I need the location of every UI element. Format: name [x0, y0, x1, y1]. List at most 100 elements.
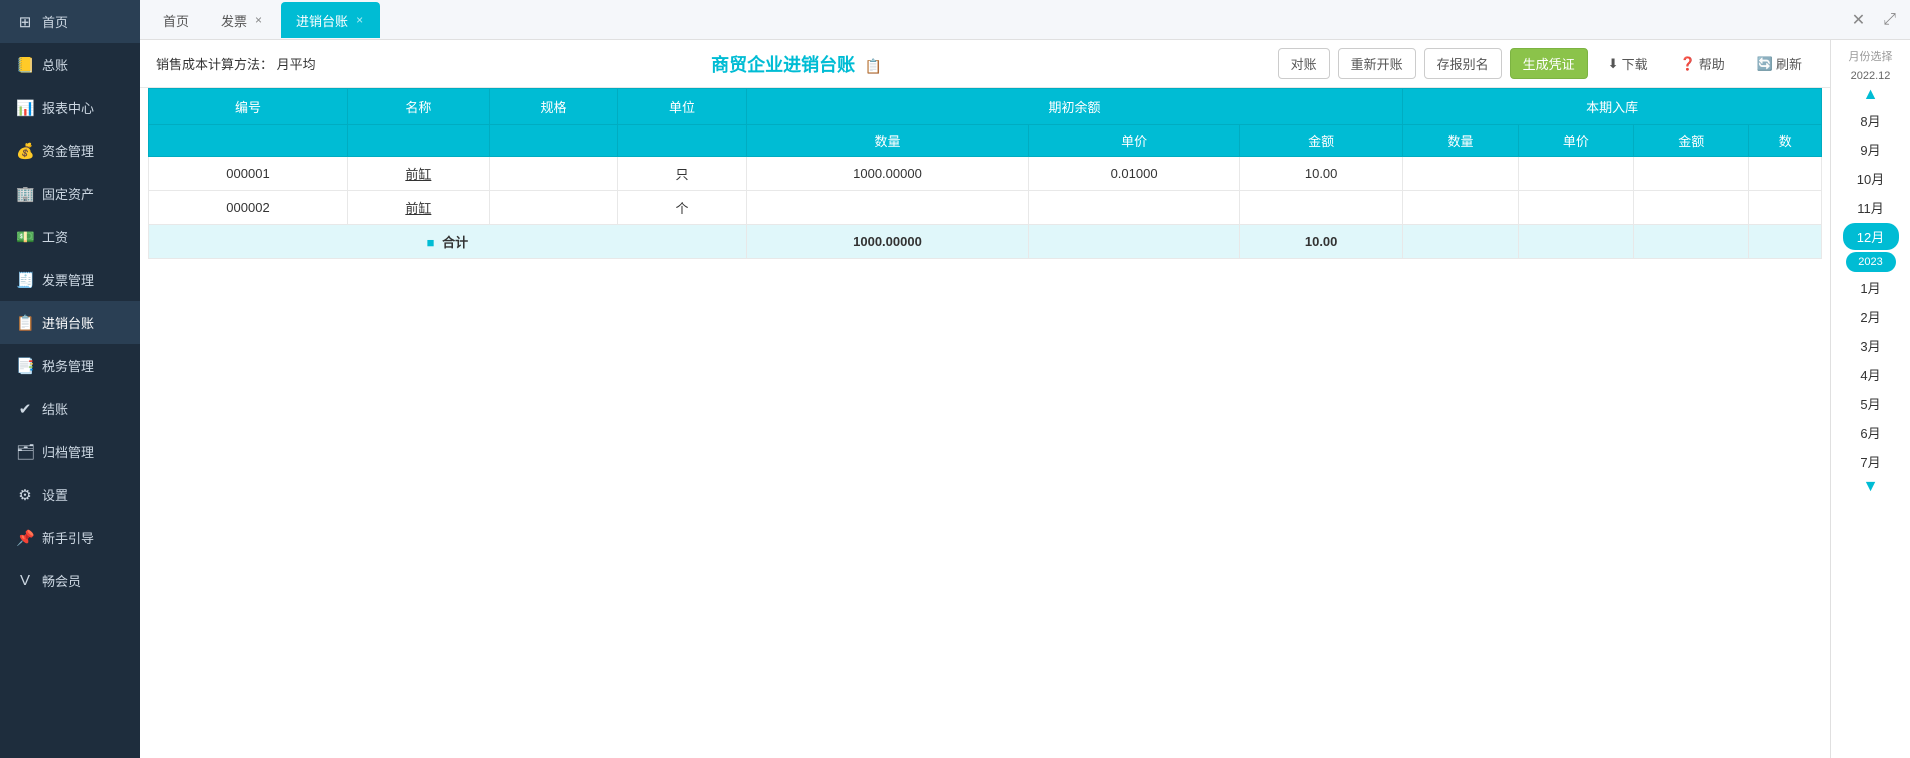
- month-item-12[interactable]: 12月: [1843, 223, 1899, 250]
- sidebar-item-guide[interactable]: 📌 新手引导: [0, 516, 140, 559]
- total-label: ■ 合计: [149, 225, 747, 259]
- table-row: 000002 前缸 个: [149, 191, 1822, 225]
- cost-method-value: 月平均: [277, 57, 316, 72]
- maximize-window-button[interactable]: ⤢: [1877, 9, 1902, 31]
- refresh-button[interactable]: 🔄 刷新: [1745, 49, 1814, 78]
- month-item-2023-4[interactable]: 4月: [1843, 361, 1899, 388]
- cell-extra: [1749, 191, 1822, 225]
- th-ib-qty: 数量: [1403, 125, 1518, 157]
- table-body: 000001 前缸 只 1000.00000 0.01000 10.00 000…: [149, 157, 1822, 259]
- cost-method-label: 销售成本计算方法：: [156, 57, 273, 72]
- download-button[interactable]: ⬇ 下载: [1596, 49, 1660, 78]
- invoice-mgmt-icon: 🧾: [16, 271, 34, 289]
- sidebar-item-finance[interactable]: 💰 资金管理: [0, 129, 140, 172]
- total-ob-qty: 1000.00000: [746, 225, 1028, 259]
- generate-button[interactable]: 生成凭证: [1510, 48, 1588, 79]
- tab-bar: 首页 发票 × 进销台账 × ✕ ⤢: [140, 0, 1910, 40]
- inventory-icon: 📋: [16, 314, 34, 332]
- month-scroll-down-button[interactable]: ▼: [1843, 476, 1899, 498]
- reopen-button[interactable]: 重新开账: [1338, 48, 1416, 79]
- sidebar-item-label: 首页: [42, 12, 68, 31]
- sidebar-item-label: 归档管理: [42, 442, 94, 461]
- th-name: [347, 125, 489, 157]
- th-name-group: 名称: [347, 89, 489, 125]
- main-area: 首页 发票 × 进销台账 × ✕ ⤢ 销售成本计算方法： 月平均 商贸企业进销台…: [140, 0, 1910, 758]
- sidebar-item-invoice-mgmt[interactable]: 🧾 发票管理: [0, 258, 140, 301]
- cell-ob-price: 0.01000: [1029, 157, 1240, 191]
- vip-icon: V: [16, 572, 34, 589]
- archive-icon: 🗂: [16, 443, 34, 461]
- total-ob-amount: 10.00: [1240, 225, 1403, 259]
- home-icon: ⊞: [16, 13, 34, 31]
- th-ob-qty: 数量: [746, 125, 1028, 157]
- table-group-header-row: 编号 名称 规格 单位 期初余额 本期入库: [149, 89, 1822, 125]
- header-actions: 对账 重新开账 存报别名 生成凭证 ⬇ 下载 ❓ 帮助 🔄 刷新: [1278, 48, 1814, 79]
- th-code-group: 编号: [149, 89, 348, 125]
- sidebar-item-label: 固定资产: [42, 184, 94, 203]
- th-ob-price: 单价: [1029, 125, 1240, 157]
- tab-inventory-close[interactable]: ×: [354, 13, 365, 27]
- month-item-2023-1[interactable]: 1月: [1843, 274, 1899, 301]
- total-ib-qty: [1403, 225, 1518, 259]
- month-item-2023-3[interactable]: 3月: [1843, 332, 1899, 359]
- finance-icon: 💰: [16, 142, 34, 160]
- save-as-button[interactable]: 存报别名: [1424, 48, 1502, 79]
- sidebar-item-ledger[interactable]: 📒 总账: [0, 43, 140, 86]
- title-info-icon: 📋: [865, 58, 882, 74]
- help-button[interactable]: ❓ 帮助: [1668, 49, 1737, 78]
- cell-ob-amount: 10.00: [1240, 157, 1403, 191]
- content-area: 销售成本计算方法： 月平均 商贸企业进销台账 📋 对账 重新开账 存报别名 生成…: [140, 40, 1910, 758]
- th-unit: [618, 125, 747, 157]
- sidebar-item-fixed-assets[interactable]: 🏢 固定资产: [0, 172, 140, 215]
- sidebar-item-label: 设置: [42, 485, 68, 504]
- cell-name[interactable]: 前缸: [347, 157, 489, 191]
- tab-home-label: 首页: [163, 11, 189, 30]
- th-ib-price: 单价: [1518, 125, 1633, 157]
- cell-ib-qty: [1403, 191, 1518, 225]
- month-item-2023-2[interactable]: 2月: [1843, 303, 1899, 330]
- month-item-11[interactable]: 11月: [1843, 194, 1899, 221]
- year-2023-badge: 2023: [1846, 252, 1896, 272]
- sidebar-item-tax[interactable]: 📑 税务管理: [0, 344, 140, 387]
- reconcile-button[interactable]: 对账: [1278, 48, 1330, 79]
- tab-invoice-close[interactable]: ×: [253, 13, 264, 27]
- cell-unit: 个: [618, 191, 747, 225]
- th-inbound-group: 本期入库: [1403, 89, 1822, 125]
- total-ib-price: [1518, 225, 1633, 259]
- close-window-button[interactable]: ✕: [1846, 8, 1871, 32]
- sidebar-item-label: 畅会员: [42, 571, 81, 590]
- cell-ib-price: [1518, 191, 1633, 225]
- settlement-icon: ✔: [16, 400, 34, 418]
- sidebar-item-inventory[interactable]: 📋 进销台账: [0, 301, 140, 344]
- sidebar-item-archive[interactable]: 🗂 归档管理: [0, 430, 140, 473]
- sidebar-item-settlement[interactable]: ✔ 结账: [0, 387, 140, 430]
- month-panel-title: 月份选择: [1849, 48, 1893, 64]
- tab-inventory[interactable]: 进销台账 ×: [281, 2, 380, 38]
- sidebar-item-vip[interactable]: V 畅会员: [0, 559, 140, 602]
- sidebar: ⊞ 首页 📒 总账 📊 报表中心 💰 资金管理 🏢 固定资产 💵 工资 🧾 发票…: [0, 0, 140, 758]
- sidebar-item-reports[interactable]: 📊 报表中心: [0, 86, 140, 129]
- cell-extra: [1749, 157, 1822, 191]
- th-ob-amount: 金额: [1240, 125, 1403, 157]
- month-item-9[interactable]: 9月: [1843, 136, 1899, 163]
- cell-ib-amount: [1634, 157, 1749, 191]
- th-spec-group: 规格: [489, 89, 618, 125]
- cell-ob-amount: [1240, 191, 1403, 225]
- tab-home[interactable]: 首页: [148, 2, 204, 38]
- month-item-2023-6[interactable]: 6月: [1843, 419, 1899, 446]
- month-item-10[interactable]: 10月: [1843, 165, 1899, 192]
- cell-name[interactable]: 前缸: [347, 191, 489, 225]
- sidebar-item-payroll[interactable]: 💵 工资: [0, 215, 140, 258]
- month-scroll-up-button[interactable]: ▲: [1843, 84, 1899, 106]
- month-item-2023-7[interactable]: 7月: [1843, 448, 1899, 475]
- window-controls: ✕ ⤢: [1846, 8, 1902, 32]
- tab-invoice-label: 发票: [221, 11, 247, 30]
- month-item-8[interactable]: 8月: [1843, 107, 1899, 134]
- tax-icon: 📑: [16, 357, 34, 375]
- tab-invoice[interactable]: 发票 ×: [206, 2, 279, 38]
- table-row: 000001 前缸 只 1000.00000 0.01000 10.00: [149, 157, 1822, 191]
- sidebar-item-home[interactable]: ⊞ 首页: [0, 0, 140, 43]
- th-ib-amount: 金额: [1634, 125, 1749, 157]
- month-item-2023-5[interactable]: 5月: [1843, 390, 1899, 417]
- sidebar-item-settings[interactable]: ⚙ 设置: [0, 473, 140, 516]
